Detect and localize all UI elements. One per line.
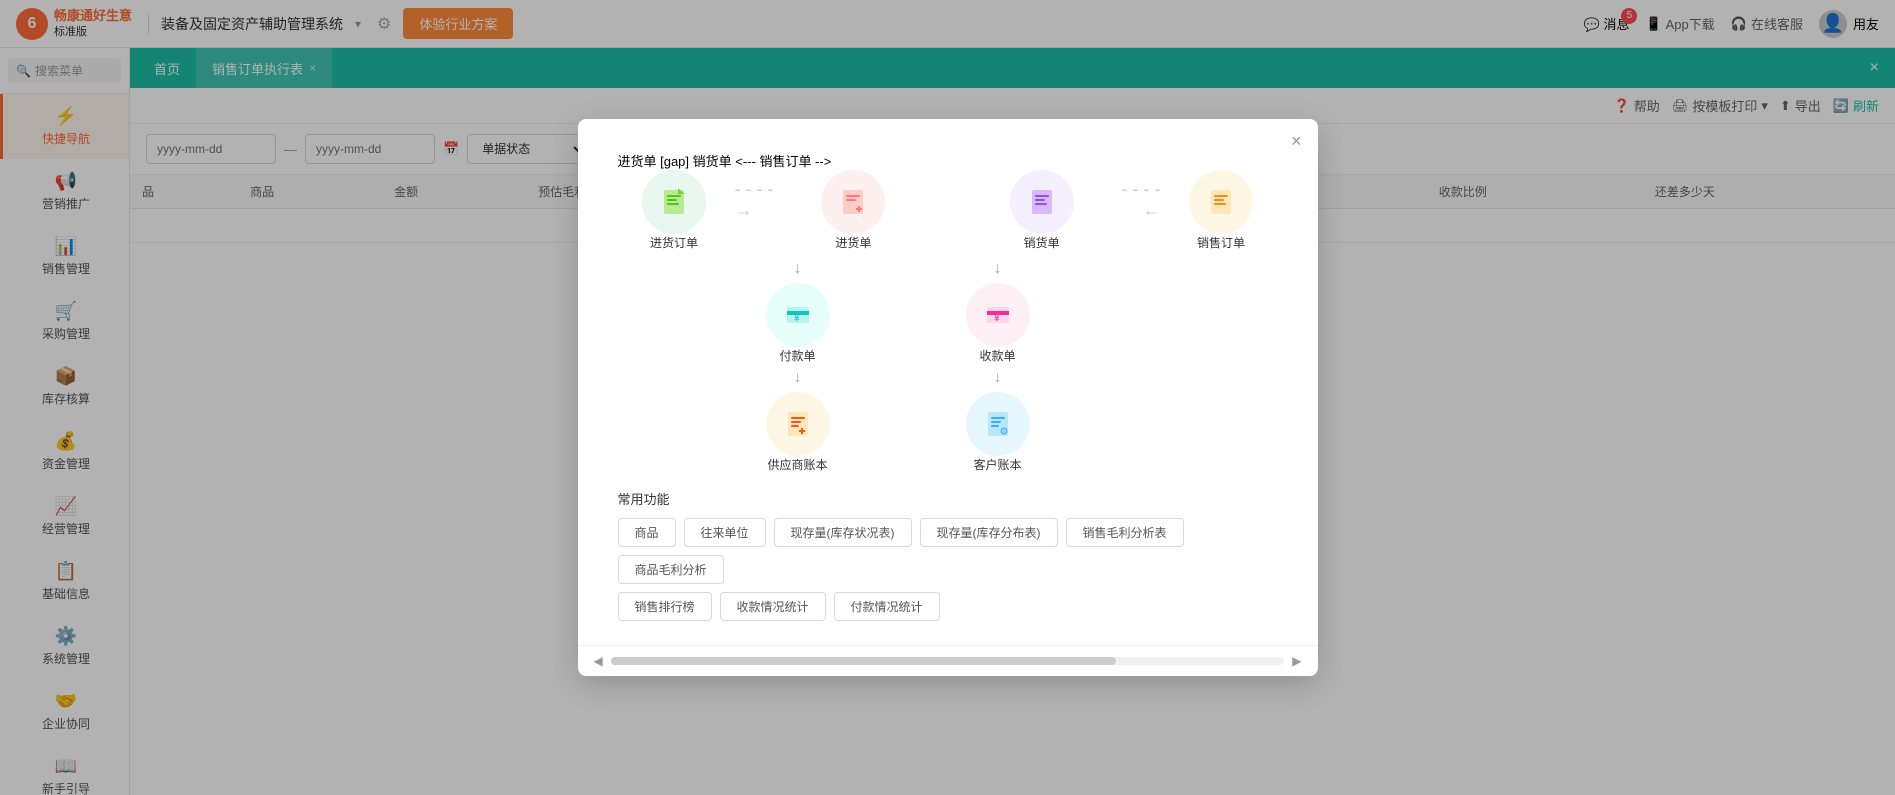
sales-order-label: 销售订单 xyxy=(1197,234,1245,251)
receipt-circle: ¥ xyxy=(966,283,1030,347)
func-buttons: 商品 往来单位 现存量(库存状况表) 现存量(库存分布表) 销售毛利分析表 商品… xyxy=(618,518,1278,584)
supplier-ledger-label: 供应商账本 xyxy=(767,456,827,473)
arrow-down-to-supplier: ↓ xyxy=(794,370,802,386)
wf-row1: 进货订单 - - - - → 进货单 xyxy=(618,170,1278,251)
arrow-down-to-receipt: ↓ xyxy=(994,261,1002,277)
scroll-track[interactable] xyxy=(611,657,1285,665)
purchase-label: 进货单 xyxy=(835,234,871,251)
purchase-order-circle xyxy=(642,170,706,234)
wf-row3: ↓ 供应商账本 ↓ 客户账本 xyxy=(618,368,1278,473)
payment-label: 付款单 xyxy=(779,347,815,364)
modal-overlay[interactable]: × 进货单 [gap] 销货单 <--- 销售订单 --> 进货订单 - - - xyxy=(0,0,1895,795)
customer-ledger-circle xyxy=(966,392,1030,456)
func-btn-payment-stats[interactable]: 付款情况统计 xyxy=(834,592,940,621)
wf-col-payment: ↓ ¥ 付款单 xyxy=(738,259,858,364)
common-funcs-title: 常用功能 xyxy=(618,489,1278,508)
func-btn-sales-rank[interactable]: 销售排行榜 xyxy=(618,592,712,621)
wf-row2: ↓ ¥ 付款单 ↓ ¥ xyxy=(618,259,1278,364)
scroll-right-btn[interactable]: ▶ xyxy=(1292,654,1301,668)
workflow-area: 进货单 [gap] 销货单 <--- 销售订单 --> 进货订单 - - - -… xyxy=(618,151,1278,473)
wf-node-sales-order: 销售订单 xyxy=(1165,170,1278,251)
payment-circle: ¥ xyxy=(766,283,830,347)
svg-text:¥: ¥ xyxy=(793,313,800,324)
modal-box: × 进货单 [gap] 销货单 <--- 销售订单 --> 进货订单 - - - xyxy=(578,119,1318,676)
sales-label: 销货单 xyxy=(1024,234,1060,251)
func-btn-stock-status[interactable]: 现存量(库存状况表) xyxy=(774,518,912,547)
receipt-label: 收款单 xyxy=(979,347,1015,364)
wf-col-supplier-ledger: ↓ 供应商账本 xyxy=(738,368,858,473)
modal-body: 进货单 [gap] 销货单 <--- 销售订单 --> 进货订单 - - - -… xyxy=(578,119,1318,645)
wf-col-customer-ledger: ↓ 客户账本 xyxy=(938,368,1058,473)
sales-circle xyxy=(1010,170,1074,234)
supplier-ledger-circle xyxy=(766,392,830,456)
func-btn-receipt-stats[interactable]: 收款情况统计 xyxy=(720,592,826,621)
modal-scroll-area: ◀ ▶ xyxy=(578,645,1318,676)
scroll-thumb xyxy=(611,657,1116,665)
customer-ledger-label: 客户账本 xyxy=(973,456,1021,473)
arrow-sales-order-to-sales: - - - - → xyxy=(1098,179,1164,243)
func-buttons-row2: 销售排行榜 收款情况统计 付款情况统计 xyxy=(618,592,1278,621)
common-functions-area: 常用功能 商品 往来单位 现存量(库存状况表) 现存量(库存分布表) 销售毛利分… xyxy=(618,489,1278,621)
arrow-purchase-to-purchase-order: - - - - → xyxy=(730,179,796,243)
purchase-circle xyxy=(821,170,885,234)
sales-order-circle xyxy=(1189,170,1253,234)
func-btn-partners[interactable]: 往来单位 xyxy=(684,518,766,547)
wf-node-sales: 销货单 xyxy=(985,170,1098,251)
arrow-down-to-payment: ↓ xyxy=(794,261,802,277)
purchase-order-label: 进货订单 xyxy=(650,234,698,251)
svg-text:¥: ¥ xyxy=(993,313,1000,324)
arrow-down-to-customer: ↓ xyxy=(994,370,1002,386)
wf-node-purchase-order: 进货订单 xyxy=(618,170,731,251)
func-btn-goods-margin[interactable]: 商品毛利分析 xyxy=(618,555,724,584)
func-btn-sales-margin[interactable]: 销售毛利分析表 xyxy=(1066,518,1184,547)
scroll-left-btn[interactable]: ◀ xyxy=(594,654,603,668)
func-btn-stock-dist[interactable]: 现存量(库存分布表) xyxy=(920,518,1058,547)
wf-col-receipt: ↓ ¥ 收款单 xyxy=(938,259,1058,364)
modal-close-btn[interactable]: × xyxy=(1291,131,1302,152)
wf-node-purchase: 进货单 xyxy=(797,170,910,251)
func-btn-goods[interactable]: 商品 xyxy=(618,518,676,547)
